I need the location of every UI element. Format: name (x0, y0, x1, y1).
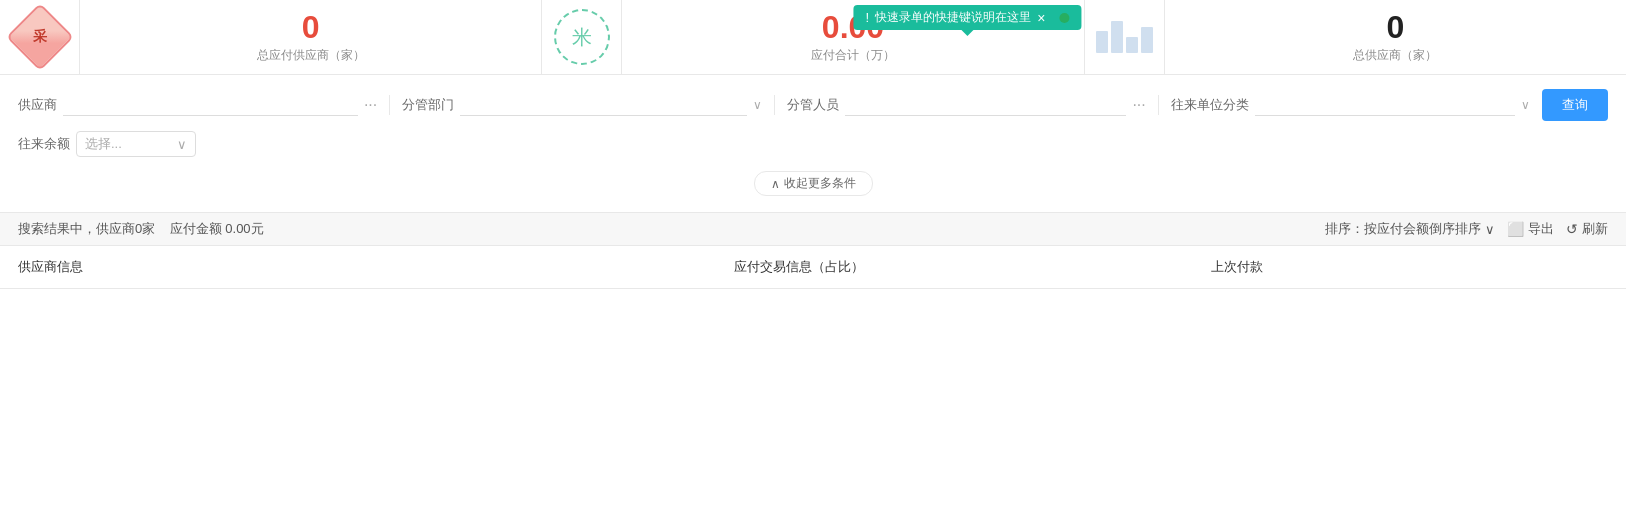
col-header-supplier: 供应商信息 (18, 258, 734, 276)
col-header-transaction: 应付交易信息（占比） (734, 258, 1211, 276)
stats-bar: 采 0 总应付供应商（家） 米 0.00 应付合计（万） ! 快速录单的快捷键说… (0, 0, 1626, 75)
filter-row-2: 往来余额 选择... ∨ (18, 131, 1608, 157)
supplier-label: 供应商 (18, 96, 57, 114)
filter-area: 供应商 ··· 分管部门 ∨ 分管人员 ··· 往来单位分类 ∨ 查询 (0, 75, 1626, 213)
person-input[interactable] (845, 94, 1127, 116)
department-arrow[interactable]: ∨ (753, 98, 762, 112)
stat-payable-suppliers: 0 总应付供应商（家） (80, 0, 542, 74)
divider-2 (774, 95, 775, 115)
filter-row-1: 供应商 ··· 分管部门 ∨ 分管人员 ··· 往来单位分类 ∨ 查询 (18, 89, 1608, 121)
shortcut-tooltip: ! 快速录单的快捷键说明在这里 × (854, 5, 1082, 30)
unit-class-filter: 往来单位分类 ∨ (1171, 94, 1530, 116)
balance-label: 往来余额 (18, 135, 70, 153)
result-actions: 排序：按应付会额倒序排序 ∨ ⬜ 导出 ↺ 刷新 (1325, 220, 1608, 238)
department-label: 分管部门 (402, 96, 454, 114)
tooltip-text: 快速录单的快捷键说明在这里 (875, 9, 1031, 26)
payable-suppliers-value: 0 (302, 10, 320, 45)
refresh-icon: ↺ (1566, 221, 1578, 237)
supplier-filter: 供应商 ··· (18, 94, 377, 116)
balance-placeholder: 选择... (85, 135, 171, 153)
shortcut-icon: ! (866, 10, 870, 25)
stat-payable-total: 0.00 应付合计（万） ! 快速录单的快捷键说明在这里 × (622, 0, 1084, 74)
sort-control[interactable]: 排序：按应付会额倒序排序 ∨ (1325, 220, 1495, 238)
unit-class-input[interactable] (1255, 94, 1515, 116)
refresh-label: 刷新 (1582, 220, 1608, 238)
unit-class-label: 往来单位分类 (1171, 96, 1249, 114)
unit-class-arrow[interactable]: ∨ (1521, 98, 1530, 112)
query-button[interactable]: 查询 (1542, 89, 1608, 121)
person-dots[interactable]: ··· (1132, 96, 1145, 114)
logo-diamond-icon: 采 (6, 3, 74, 71)
divider-3 (1158, 95, 1159, 115)
building-icon (1096, 21, 1153, 53)
coin-icon: 米 (554, 9, 610, 65)
sort-arrow: ∨ (1485, 222, 1495, 237)
payable-suppliers-label: 总应付供应商（家） (257, 47, 365, 64)
collapse-label: 收起更多条件 (784, 175, 856, 192)
department-input[interactable] (460, 94, 746, 116)
supplier-input[interactable] (63, 94, 358, 116)
tooltip-dot (1059, 13, 1069, 23)
result-amount: 应付金额 0.00元 (170, 221, 264, 236)
table-header: 供应商信息 应付交易信息（占比） 上次付款 (0, 246, 1626, 289)
balance-select[interactable]: 选择... ∨ (76, 131, 196, 157)
collapse-row: ∧ 收起更多条件 (18, 167, 1608, 204)
refresh-button[interactable]: ↺ 刷新 (1566, 220, 1608, 238)
collapse-icon: ∧ (771, 177, 780, 191)
building-icon-block (1085, 0, 1165, 74)
person-label: 分管人员 (787, 96, 839, 114)
logo-block: 采 (0, 0, 80, 74)
result-bar: 搜索结果中，供应商0家 应付金额 0.00元 排序：按应付会额倒序排序 ∨ ⬜ … (0, 213, 1626, 246)
col-header-last-payment: 上次付款 (1211, 258, 1609, 276)
balance-arrow: ∨ (177, 137, 187, 152)
payable-total-label: 应付合计（万） (811, 47, 895, 64)
department-filter: 分管部门 ∨ (402, 94, 761, 116)
result-text: 搜索结果中，供应商0家 (18, 221, 155, 236)
tooltip-close-btn[interactable]: × (1037, 10, 1045, 26)
result-info: 搜索结果中，供应商0家 应付金额 0.00元 (18, 220, 264, 238)
total-suppliers-label: 总供应商（家） (1353, 47, 1437, 64)
stat-total-suppliers: 0 总供应商（家） (1165, 0, 1626, 74)
export-label: 导出 (1528, 220, 1554, 238)
export-button[interactable]: ⬜ 导出 (1507, 220, 1554, 238)
balance-filter: 往来余额 选择... ∨ (18, 131, 196, 157)
supplier-dots[interactable]: ··· (364, 96, 377, 114)
export-icon: ⬜ (1507, 221, 1524, 237)
coin-icon-block: 米 (542, 0, 622, 74)
empty-table-area (0, 289, 1626, 515)
sort-label: 排序：按应付会额倒序排序 (1325, 220, 1481, 238)
divider-1 (389, 95, 390, 115)
collapse-button[interactable]: ∧ 收起更多条件 (754, 171, 873, 196)
total-suppliers-value: 0 (1386, 10, 1404, 45)
person-filter: 分管人员 ··· (787, 94, 1146, 116)
